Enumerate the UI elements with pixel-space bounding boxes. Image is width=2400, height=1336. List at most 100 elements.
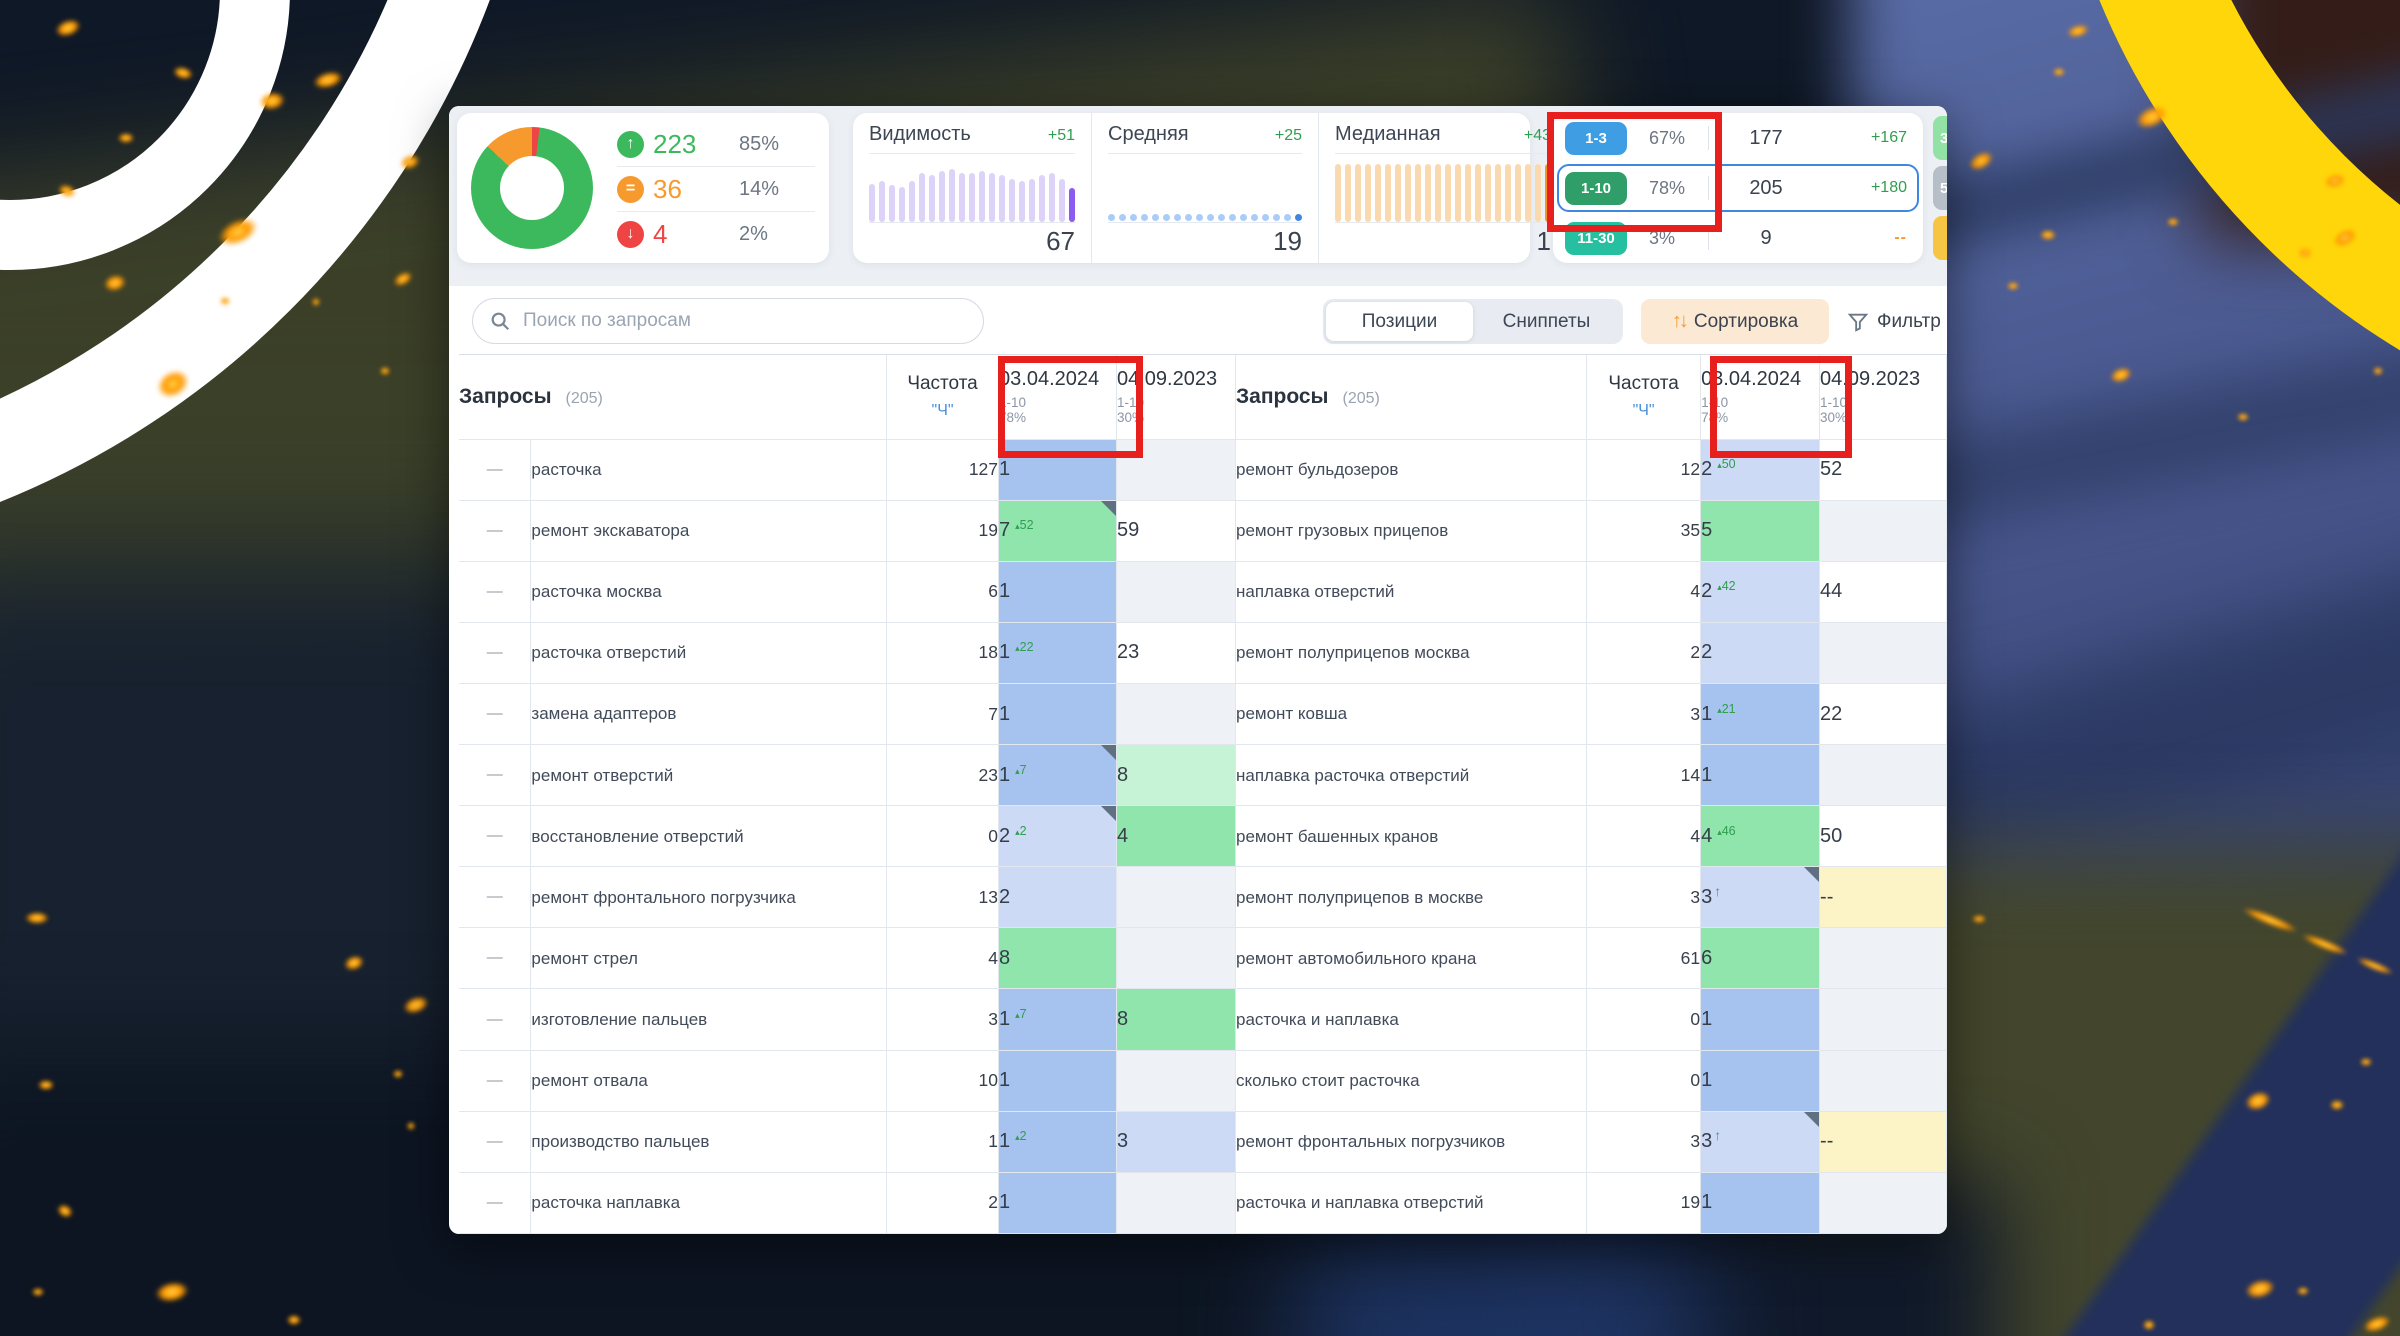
range-delta: +167 (1870, 129, 1907, 146)
query-row[interactable]: — расточка 127 1 (459, 439, 1236, 501)
position-range-row[interactable]: 11-30 3% 9 -- (1553, 213, 1923, 263)
row-drag-handle[interactable]: — (459, 927, 532, 990)
top-filter-chip[interactable] (1933, 216, 1947, 260)
position-cell-previous (1116, 1172, 1236, 1234)
row-drag-handle[interactable]: — (459, 1050, 532, 1112)
query-row[interactable]: — ремонт фронтального погрузчика 13 2 (459, 866, 1236, 929)
position-cell-previous (1116, 866, 1236, 929)
query-row[interactable]: ремонт полуприцепов москва 2 2 (1235, 622, 1947, 685)
queries-table-left: Запросы (205) Частота "Ч" 03.04.2024 1-10 78… (459, 355, 1236, 1234)
query-row[interactable]: расточка и наплавка 0 1 (1235, 988, 1947, 1051)
position-delta: ▴50 (1717, 457, 1736, 472)
bokeh-spark (407, 1122, 415, 1130)
range-count: 205 (1749, 176, 1783, 199)
query-cell: изготовление пальцев (530, 988, 888, 1051)
position-cell-previous (1116, 1050, 1236, 1112)
position-ranges-card: 1-3 67% 177 +167 1-10 78% 205 +180 11-30… (1553, 113, 1923, 263)
row-drag-handle[interactable]: — (459, 439, 532, 501)
position-cell-current: 1 (1700, 1050, 1821, 1112)
row-drag-handle[interactable]: — (459, 683, 532, 746)
query-row[interactable]: — ремонт отверстий 23 1 ▴7 8 (459, 744, 1236, 807)
visibility-bar (1049, 173, 1055, 222)
query-row[interactable]: — изготовление пальцев 3 1 ▴7 8 (459, 988, 1236, 1051)
query-row[interactable]: — расточка наплавка 2 1 (459, 1172, 1236, 1234)
query-row[interactable]: — расточка москва 6 1 (459, 561, 1236, 623)
tab-snippets[interactable]: Сниппеты (1473, 302, 1620, 341)
query-row[interactable]: — восстановление отверстий 0 2 ▴2 4 (459, 805, 1236, 868)
query-row[interactable]: — ремонт экскаватора 19 7 ▴52 59 (459, 500, 1236, 562)
position-delta: ▴7 (1015, 762, 1027, 777)
row-drag-handle[interactable]: — (459, 561, 532, 623)
query-row[interactable]: наплавка отверстий 4 2 ▴42 44 (1235, 561, 1947, 623)
query-cell: восстановление отверстий (530, 805, 888, 868)
frequency-header[interactable]: Частота "Ч" (886, 355, 1000, 440)
range-delta: -- (1894, 229, 1907, 246)
query-row[interactable]: ремонт бульдозеров 12 2 ▴50 52 (1235, 439, 1947, 501)
query-row[interactable]: — производство пальцев 1 1 ▴2 3 (459, 1111, 1236, 1173)
range-chip-1-3[interactable]: 1-3 (1565, 121, 1627, 155)
position-cell-current: 2 ▴42 (1700, 561, 1821, 623)
sort-button[interactable]: ↑↓ Сортировка (1641, 299, 1829, 344)
query-row[interactable]: ремонт башенных кранов 4 4 ▴46 50 (1235, 805, 1947, 868)
visibility-bar (969, 173, 975, 222)
metric-delta: +51 (1047, 127, 1075, 144)
query-cell: производство пальцев (530, 1111, 888, 1173)
tab-positions[interactable]: Позиции (1326, 302, 1473, 341)
query-row[interactable]: расточка и наплавка отверстий 19 1 (1235, 1172, 1947, 1234)
date-column-header-current[interactable]: 03.04.2024 1-10 78% (1700, 355, 1821, 440)
position-cell-previous (1116, 927, 1236, 990)
position-cell-current: 1 (1700, 744, 1821, 807)
search-input[interactable] (521, 309, 983, 333)
queries-table-right: Запросы (205) Частота "Ч" 03.04.2024 1-10 78… (1235, 355, 1947, 1234)
query-row[interactable]: ремонт фронтальных погрузчиков 3 3 ↑ -- (1235, 1111, 1947, 1173)
query-cell: ремонт экскаватора (530, 500, 888, 562)
query-row[interactable]: — замена адаптеров 7 1 (459, 683, 1236, 746)
date-column-header-previous[interactable]: 04.09.2023 1-10 30% (1819, 355, 1947, 440)
median-bar (1415, 164, 1421, 222)
date-column-header-current[interactable]: 03.04.2024 1-10 78% (998, 355, 1117, 440)
query-row[interactable]: ремонт автомобильного крана 61 6 (1235, 927, 1947, 990)
average-dot (1174, 214, 1181, 221)
frequency-cell: 35 (1586, 500, 1702, 562)
query-row[interactable]: ремонт полуприцепов в москве 3 3 ↑ -- (1235, 866, 1947, 929)
range-chip-11-30[interactable]: 11-30 (1565, 221, 1627, 255)
filter-button[interactable]: Фильтр (1847, 299, 1941, 344)
position-cell-previous: 8 (1116, 744, 1236, 807)
top-filter-chip[interactable]: 3 (1933, 116, 1947, 160)
metric-title: Медианная (1335, 123, 1441, 145)
query-row[interactable]: ремонт грузовых прицепов 35 5 (1235, 500, 1947, 562)
position-cell-previous (1819, 927, 1947, 990)
row-drag-handle[interactable]: — (459, 866, 532, 929)
query-row[interactable]: ремонт ковша 3 1 ▴21 22 (1235, 683, 1947, 746)
search-box (472, 298, 984, 344)
median-bar (1475, 164, 1481, 222)
date-column-header-previous[interactable]: 04.09.2023 1-10 30% (1116, 355, 1236, 440)
query-row[interactable]: — расточка отверстий 18 1 ▴22 23 (459, 622, 1236, 685)
visibility-bar (919, 173, 925, 222)
query-row[interactable]: — ремонт отвала 10 1 (459, 1050, 1236, 1112)
filter-label: Фильтр (1877, 310, 1941, 332)
row-drag-handle[interactable]: — (459, 1172, 532, 1234)
row-drag-handle[interactable]: — (459, 622, 532, 685)
note-corner-marker (1100, 500, 1116, 516)
row-drag-handle[interactable]: — (459, 500, 532, 562)
position-cell-current: 2 ▴50 (1700, 439, 1821, 501)
range-count: 177 (1749, 126, 1783, 149)
average-dot (1152, 214, 1159, 221)
row-drag-handle[interactable]: — (459, 1111, 532, 1173)
row-drag-handle[interactable]: — (459, 805, 532, 868)
range-chip-1-10[interactable]: 1-10 (1565, 171, 1627, 205)
query-row[interactable]: наплавка расточка отверстий 14 1 (1235, 744, 1947, 807)
top-filter-chip[interactable]: 5 (1933, 166, 1947, 210)
average-dot (1196, 214, 1203, 221)
bokeh-spark (38, 1080, 54, 1090)
position-cell-previous: 3 (1116, 1111, 1236, 1173)
query-row[interactable]: сколько стоит расточка 0 1 (1235, 1050, 1947, 1112)
row-drag-handle[interactable]: — (459, 744, 532, 807)
query-row[interactable]: — ремонт стрел 4 8 (459, 927, 1236, 990)
position-range-row[interactable]: 1-10 78% 205 +180 (1553, 163, 1923, 213)
frequency-header[interactable]: Частота "Ч" (1586, 355, 1702, 440)
position-range-row[interactable]: 1-3 67% 177 +167 (1553, 113, 1923, 163)
position-cell-current: 2 (998, 866, 1117, 929)
row-drag-handle[interactable]: — (459, 988, 532, 1051)
